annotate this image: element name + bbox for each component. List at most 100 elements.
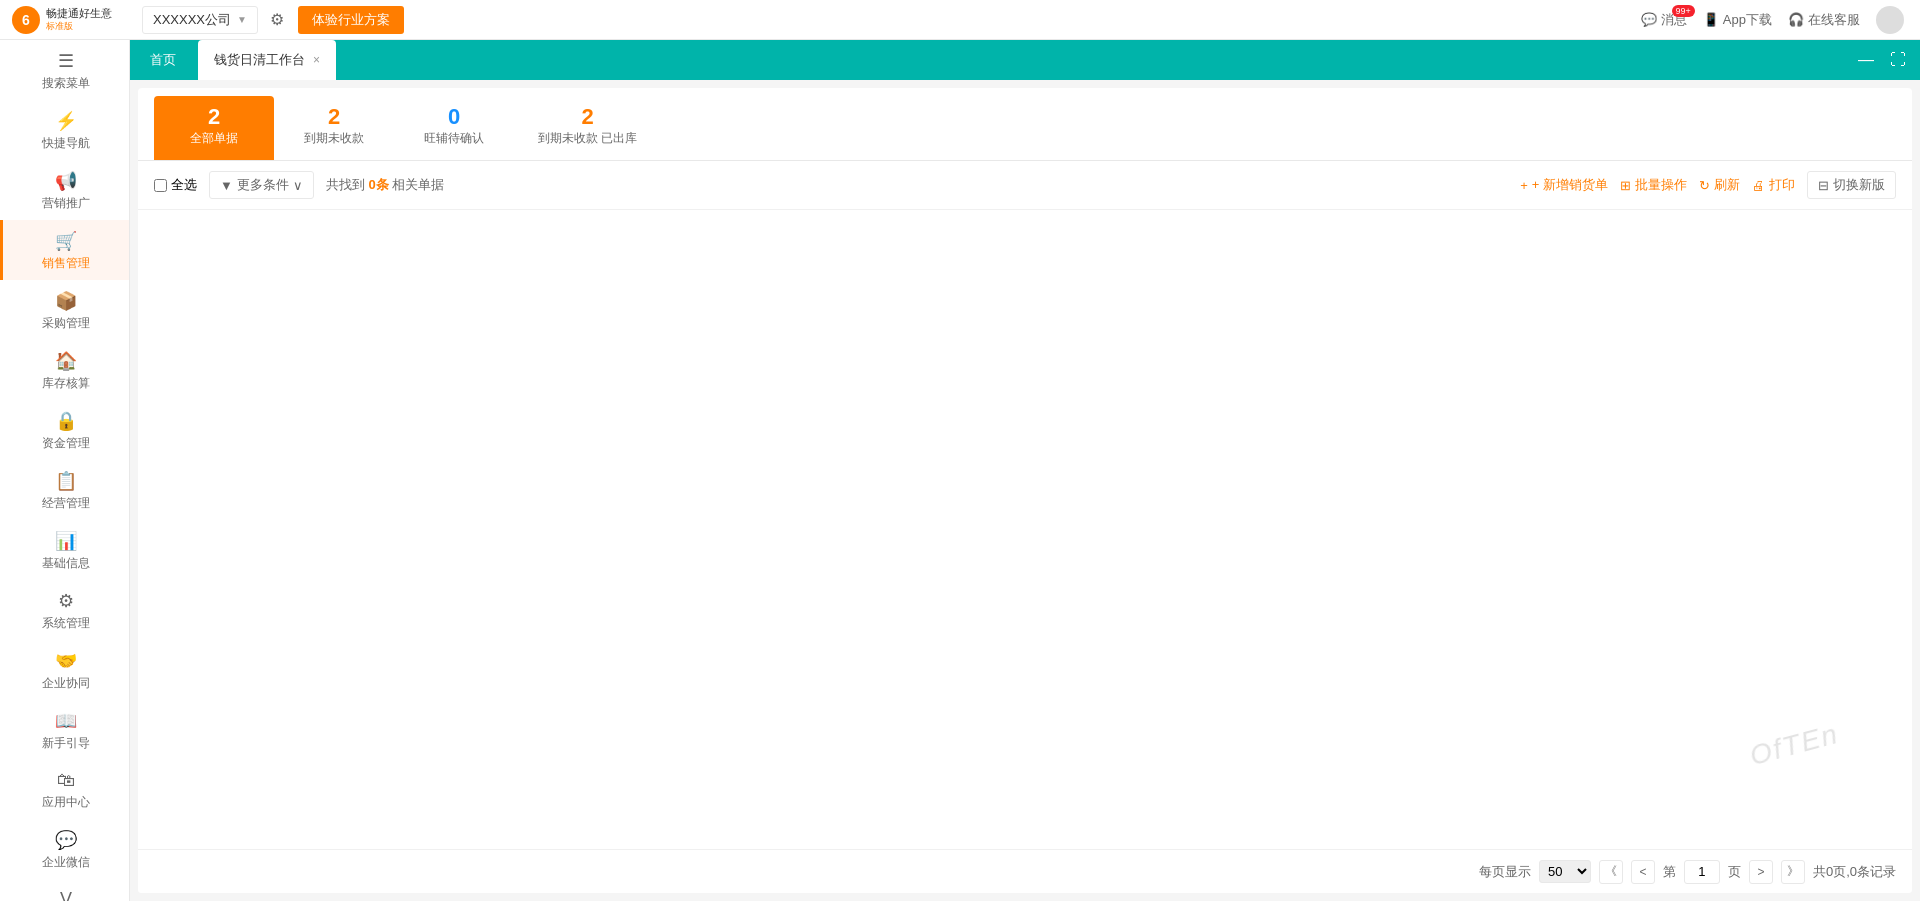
found-suffix: 相关单据 bbox=[392, 177, 444, 192]
select-all-checkbox[interactable] bbox=[154, 179, 167, 192]
search-menu-icon: ☰ bbox=[58, 50, 74, 72]
page-last-button[interactable]: 》 bbox=[1781, 860, 1805, 884]
sidebar-item-inventory[interactable]: 🏠 库存核算 bbox=[0, 340, 129, 400]
sidebar-item-newbie[interactable]: 📖 新手引导 bbox=[0, 700, 129, 760]
page-suffix: 页 bbox=[1728, 863, 1741, 881]
found-count: 0条 bbox=[369, 177, 389, 192]
tab-home[interactable]: 首页 bbox=[130, 40, 196, 80]
sidebar-item-wechat[interactable]: 💬 企业微信 bbox=[0, 819, 129, 879]
trial-button[interactable]: 体验行业方案 bbox=[298, 6, 404, 34]
top-right-area: 💬 消息 99+ 📱 App下载 🎧 在线客服 bbox=[1641, 6, 1908, 34]
sidebar-item-search-menu[interactable]: ☰ 搜索菜单 bbox=[0, 40, 129, 100]
settings-icon[interactable]: ⚙ bbox=[266, 6, 288, 33]
tab-bar: 首页 钱货日清工作台 × — ⛶ bbox=[130, 40, 1920, 80]
sidebar-item-label: 应用中心 bbox=[42, 794, 90, 811]
operation-icon: 📋 bbox=[55, 470, 77, 492]
app-download-button[interactable]: 📱 App下载 bbox=[1703, 11, 1772, 29]
stat-tab-overdue-out[interactable]: 2 到期未收款 已出库 bbox=[514, 96, 661, 160]
sidebar-item-member[interactable]: V 畅会员 bbox=[0, 879, 129, 901]
sidebar-item-purchase[interactable]: 📦 采购管理 bbox=[0, 280, 129, 340]
sidebar-item-label: 资金管理 bbox=[42, 435, 90, 452]
page-word: 第 bbox=[1663, 863, 1676, 881]
stat-number-pending: 0 bbox=[448, 104, 460, 130]
logo-area: 6 畅捷通好生意 标准版 bbox=[12, 6, 142, 34]
sidebar: ☰ 搜索菜单 ⚡ 快捷导航 📢 营销推广 🛒 销售管理 📦 采购管理 🏠 库存核… bbox=[0, 40, 130, 901]
page-first-button[interactable]: 《 bbox=[1599, 860, 1623, 884]
sidebar-item-system[interactable]: ⚙ 系统管理 bbox=[0, 580, 129, 640]
sidebar-item-label: 营销推广 bbox=[42, 195, 90, 212]
select-all-area[interactable]: 全选 bbox=[154, 176, 197, 194]
select-all-label: 全选 bbox=[171, 176, 197, 194]
page-number-input[interactable] bbox=[1684, 860, 1720, 884]
sidebar-item-enterprise[interactable]: 🤝 企业协同 bbox=[0, 640, 129, 700]
message-icon: 💬 bbox=[1641, 12, 1657, 27]
stats-tabs: 2 全部单据 2 到期未收款 0 旺辅待确认 2 到期未收款 已出库 bbox=[138, 88, 1912, 161]
add-order-button[interactable]: + + 新增销货单 bbox=[1520, 176, 1608, 194]
sidebar-item-capital[interactable]: 🔒 资金管理 bbox=[0, 400, 129, 460]
capital-icon: 🔒 bbox=[55, 410, 77, 432]
enterprise-icon: 🤝 bbox=[55, 650, 77, 672]
stat-tab-pending[interactable]: 0 旺辅待确认 bbox=[394, 96, 514, 160]
per-page-label: 每页显示 bbox=[1479, 863, 1531, 881]
purchase-icon: 📦 bbox=[55, 290, 77, 312]
tab-minimize-icon[interactable]: — bbox=[1854, 47, 1878, 73]
sidebar-item-label: 采购管理 bbox=[42, 315, 90, 332]
system-icon: ⚙ bbox=[58, 590, 74, 612]
batch-button[interactable]: ⊞ 批量操作 bbox=[1620, 176, 1687, 194]
stat-label-overdue-out: 到期未收款 已出库 bbox=[538, 130, 637, 147]
sidebar-item-operation[interactable]: 📋 经营管理 bbox=[0, 460, 129, 520]
found-prefix: 共找到 bbox=[326, 177, 365, 192]
stat-number-overdue: 2 bbox=[328, 104, 340, 130]
content-area: 2 全部单据 2 到期未收款 0 旺辅待确认 2 到期未收款 已出库 bbox=[130, 80, 1920, 901]
refresh-icon: ↻ bbox=[1699, 178, 1710, 193]
user-avatar-area[interactable] bbox=[1876, 6, 1908, 34]
app-badge: 标准版 bbox=[46, 20, 112, 33]
company-name: XXXXXX公司 bbox=[153, 11, 231, 29]
tab-maximize-icon[interactable]: ⛶ bbox=[1886, 47, 1910, 73]
page-prev-button[interactable]: < bbox=[1631, 860, 1655, 884]
batch-label: 批量操作 bbox=[1635, 176, 1687, 194]
sidebar-item-app-center[interactable]: 🛍 应用中心 bbox=[0, 760, 129, 819]
filter-icon: ▼ bbox=[220, 178, 233, 193]
sidebar-item-label: 系统管理 bbox=[42, 615, 90, 632]
filter-button[interactable]: ▼ 更多条件 ∨ bbox=[209, 171, 314, 199]
right-content: 首页 钱货日清工作台 × — ⛶ 2 全部单据 2 bbox=[130, 40, 1920, 901]
refresh-button[interactable]: ↻ 刷新 bbox=[1699, 176, 1740, 194]
stat-tab-overdue[interactable]: 2 到期未收款 bbox=[274, 96, 394, 160]
app-name: 畅捷通好生意 bbox=[46, 6, 112, 20]
tab-active-label: 钱货日清工作台 bbox=[214, 51, 305, 69]
sidebar-item-marketing[interactable]: 📢 营销推广 bbox=[0, 160, 129, 220]
app-center-icon: 🛍 bbox=[57, 770, 75, 791]
tab-active[interactable]: 钱货日清工作台 × bbox=[198, 40, 336, 80]
print-button[interactable]: 🖨 打印 bbox=[1752, 176, 1795, 194]
sidebar-item-label: 新手引导 bbox=[42, 735, 90, 752]
pagination: 每页显示 50 10 20 100 《 < 第 页 > 》 共0页,0条记录 bbox=[138, 849, 1912, 893]
company-selector[interactable]: XXXXXX公司 ▼ bbox=[142, 6, 258, 34]
message-button[interactable]: 💬 消息 99+ bbox=[1641, 11, 1687, 29]
sidebar-item-label: 企业微信 bbox=[42, 854, 90, 871]
switch-label: 切换新版 bbox=[1833, 176, 1885, 194]
sidebar-item-label: 库存核算 bbox=[42, 375, 90, 392]
page-next-button[interactable]: > bbox=[1749, 860, 1773, 884]
toolbar: 全选 ▼ 更多条件 ∨ 共找到 0条 相关单据 bbox=[138, 161, 1912, 210]
sidebar-item-quick-nav[interactable]: ⚡ 快捷导航 bbox=[0, 100, 129, 160]
page-size-select[interactable]: 50 10 20 100 bbox=[1539, 860, 1591, 883]
member-icon: V bbox=[60, 889, 72, 901]
print-label: 打印 bbox=[1769, 176, 1795, 194]
refresh-label: 刷新 bbox=[1714, 176, 1740, 194]
wechat-icon: 💬 bbox=[55, 829, 77, 851]
inventory-icon: 🏠 bbox=[55, 350, 77, 372]
stat-label-overdue: 到期未收款 bbox=[304, 130, 364, 147]
tab-close-icon[interactable]: × bbox=[313, 53, 320, 67]
switch-version-button[interactable]: ⊟ 切换新版 bbox=[1807, 171, 1896, 199]
download-icon: 📱 bbox=[1703, 12, 1719, 27]
sidebar-item-sales[interactable]: 🛒 销售管理 bbox=[0, 220, 129, 280]
stat-number-overdue-out: 2 bbox=[582, 104, 594, 130]
total-records-label: 共0页,0条记录 bbox=[1813, 863, 1896, 881]
stat-tab-all[interactable]: 2 全部单据 bbox=[154, 96, 274, 160]
top-bar: 6 畅捷通好生意 标准版 XXXXXX公司 ▼ ⚙ 体验行业方案 💬 消息 99… bbox=[0, 0, 1920, 40]
stat-label-all: 全部单据 bbox=[190, 130, 238, 147]
online-service-button[interactable]: 🎧 在线客服 bbox=[1788, 11, 1860, 29]
sidebar-item-basic-info[interactable]: 📊 基础信息 bbox=[0, 520, 129, 580]
quick-nav-icon: ⚡ bbox=[55, 110, 77, 132]
